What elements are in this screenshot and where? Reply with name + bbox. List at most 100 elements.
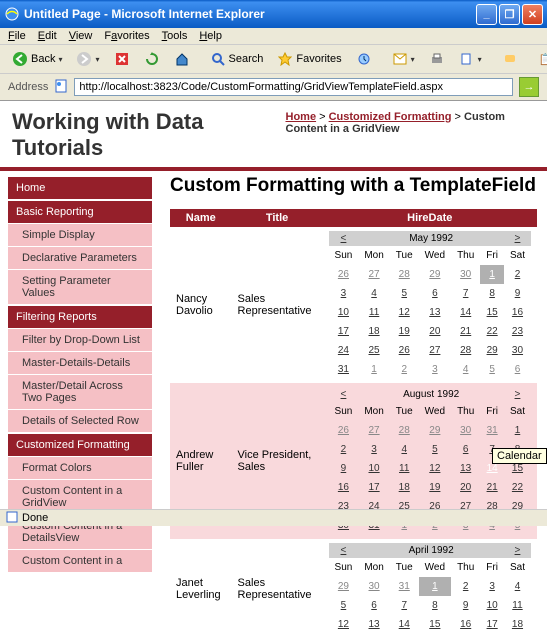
cal-day[interactable]: 5 bbox=[390, 284, 419, 303]
menu-view[interactable]: View bbox=[69, 30, 93, 42]
cal-day[interactable]: 5 bbox=[329, 596, 359, 615]
cal-day[interactable]: 4 bbox=[390, 440, 419, 459]
cal-day[interactable]: 9 bbox=[329, 459, 359, 478]
cal-day[interactable]: 11 bbox=[390, 459, 419, 478]
cal-day[interactable]: 15 bbox=[419, 615, 451, 634]
cal-day[interactable]: 9 bbox=[504, 284, 531, 303]
cal-day[interactable]: 17 bbox=[358, 478, 389, 497]
sidebar-item-8[interactable]: Master/Detail Across Two Pages bbox=[8, 374, 152, 409]
cal-day[interactable]: 29 bbox=[419, 421, 451, 440]
menu-favorites[interactable]: Favorites bbox=[104, 30, 149, 42]
cal-day[interactable]: 29 bbox=[419, 265, 451, 284]
menu-tools[interactable]: Tools bbox=[162, 30, 188, 42]
cal-day[interactable]: 14 bbox=[390, 615, 419, 634]
cal-day[interactable]: 13 bbox=[358, 615, 389, 634]
cal-prev[interactable]: < bbox=[329, 543, 359, 558]
cal-day[interactable]: 31 bbox=[390, 577, 419, 596]
cal-next[interactable]: > bbox=[504, 543, 531, 558]
cal-day[interactable]: 29 bbox=[480, 341, 504, 360]
sidebar-header-0[interactable]: Home bbox=[8, 177, 152, 199]
cal-day[interactable]: 22 bbox=[480, 322, 504, 341]
cal-day[interactable]: 25 bbox=[358, 341, 389, 360]
cal-day[interactable]: 15 bbox=[480, 303, 504, 322]
print-button[interactable] bbox=[425, 49, 449, 69]
cal-day[interactable]: 1 bbox=[419, 577, 451, 596]
cal-day[interactable]: 21 bbox=[451, 322, 480, 341]
cal-day[interactable]: 12 bbox=[329, 615, 359, 634]
cal-day[interactable]: 6 bbox=[504, 360, 531, 379]
cal-day[interactable]: 6 bbox=[358, 596, 389, 615]
history-button[interactable] bbox=[352, 49, 376, 69]
cal-day[interactable]: 1 bbox=[504, 421, 531, 440]
cal-day[interactable]: 4 bbox=[504, 577, 531, 596]
cal-day[interactable]: 12 bbox=[390, 303, 419, 322]
sidebar-header-10[interactable]: Customized Formatting bbox=[8, 434, 152, 456]
cal-day[interactable]: 2 bbox=[451, 577, 480, 596]
menu-help[interactable]: Help bbox=[199, 30, 222, 42]
cal-day[interactable]: 11 bbox=[504, 596, 531, 615]
cal-day[interactable]: 18 bbox=[390, 478, 419, 497]
cal-day[interactable]: 3 bbox=[480, 577, 504, 596]
maximize-button[interactable]: ❐ bbox=[499, 4, 520, 25]
cal-day[interactable]: 21 bbox=[480, 478, 504, 497]
favorites-button[interactable]: Favorites bbox=[273, 49, 345, 69]
cal-day[interactable]: 30 bbox=[451, 421, 480, 440]
cal-day[interactable]: 16 bbox=[451, 615, 480, 634]
back-button[interactable]: Back▾ bbox=[8, 49, 66, 69]
cal-day[interactable]: 31 bbox=[480, 421, 504, 440]
sidebar-header-5[interactable]: Filtering Reports bbox=[8, 306, 152, 328]
menu-file[interactable]: File bbox=[8, 30, 26, 42]
cal-day[interactable]: 30 bbox=[504, 341, 531, 360]
calendar[interactable]: <May 1992>SunMonTueWedThuFriSat262728293… bbox=[329, 231, 531, 379]
cal-day[interactable]: 8 bbox=[419, 596, 451, 615]
cal-day[interactable]: 27 bbox=[419, 341, 451, 360]
cal-day[interactable]: 14 bbox=[451, 303, 480, 322]
sidebar-item-2[interactable]: Simple Display bbox=[8, 223, 152, 246]
stop-button[interactable] bbox=[110, 49, 134, 69]
cal-day[interactable]: 4 bbox=[358, 284, 389, 303]
cal-day[interactable]: 9 bbox=[451, 596, 480, 615]
cal-day[interactable]: 11 bbox=[358, 303, 389, 322]
cal-day[interactable]: 19 bbox=[390, 322, 419, 341]
cal-day[interactable]: 26 bbox=[390, 341, 419, 360]
cal-day[interactable]: 3 bbox=[419, 360, 451, 379]
cal-day[interactable]: 20 bbox=[451, 478, 480, 497]
cal-day[interactable]: 1 bbox=[480, 265, 504, 284]
cal-day[interactable]: 8 bbox=[480, 284, 504, 303]
sidebar-item-14[interactable]: Custom Content in a bbox=[8, 549, 152, 572]
cal-day[interactable]: 29 bbox=[329, 577, 359, 596]
cal-day[interactable]: 4 bbox=[451, 360, 480, 379]
cal-day[interactable]: 10 bbox=[358, 459, 389, 478]
cal-prev[interactable]: < bbox=[329, 387, 359, 402]
discuss-button[interactable] bbox=[498, 49, 522, 69]
sidebar-header-1[interactable]: Basic Reporting bbox=[8, 201, 152, 223]
cal-next[interactable]: > bbox=[504, 231, 531, 246]
col-title[interactable]: Title bbox=[232, 209, 323, 227]
cal-day[interactable]: 3 bbox=[358, 440, 389, 459]
cal-day[interactable]: 10 bbox=[480, 596, 504, 615]
mail-button[interactable]: ▾ bbox=[388, 49, 419, 69]
sidebar-item-7[interactable]: Master-Details-Details bbox=[8, 351, 152, 374]
cal-day[interactable]: 3 bbox=[329, 284, 359, 303]
cal-day[interactable]: 7 bbox=[390, 596, 419, 615]
col-name[interactable]: Name bbox=[170, 209, 232, 227]
cal-day[interactable]: 27 bbox=[358, 421, 389, 440]
cal-day[interactable]: 26 bbox=[329, 265, 359, 284]
cal-day[interactable]: 30 bbox=[451, 265, 480, 284]
minimize-button[interactable]: _ bbox=[476, 4, 497, 25]
close-button[interactable]: ✕ bbox=[522, 4, 543, 25]
cal-day[interactable]: 6 bbox=[451, 440, 480, 459]
cal-day[interactable]: 13 bbox=[419, 303, 451, 322]
cal-day[interactable]: 5 bbox=[419, 440, 451, 459]
home-button[interactable] bbox=[170, 49, 194, 69]
cal-day[interactable]: 2 bbox=[390, 360, 419, 379]
cal-prev[interactable]: < bbox=[329, 231, 359, 246]
sidebar-item-6[interactable]: Filter by Drop-Down List bbox=[8, 328, 152, 351]
cal-day[interactable]: 26 bbox=[329, 421, 359, 440]
cal-day[interactable]: 16 bbox=[329, 478, 359, 497]
cal-day[interactable]: 16 bbox=[504, 303, 531, 322]
menu-edit[interactable]: Edit bbox=[38, 30, 57, 42]
edit-button[interactable]: ▾ bbox=[455, 49, 486, 69]
cal-day[interactable]: 24 bbox=[329, 341, 359, 360]
cal-day[interactable]: 23 bbox=[504, 322, 531, 341]
